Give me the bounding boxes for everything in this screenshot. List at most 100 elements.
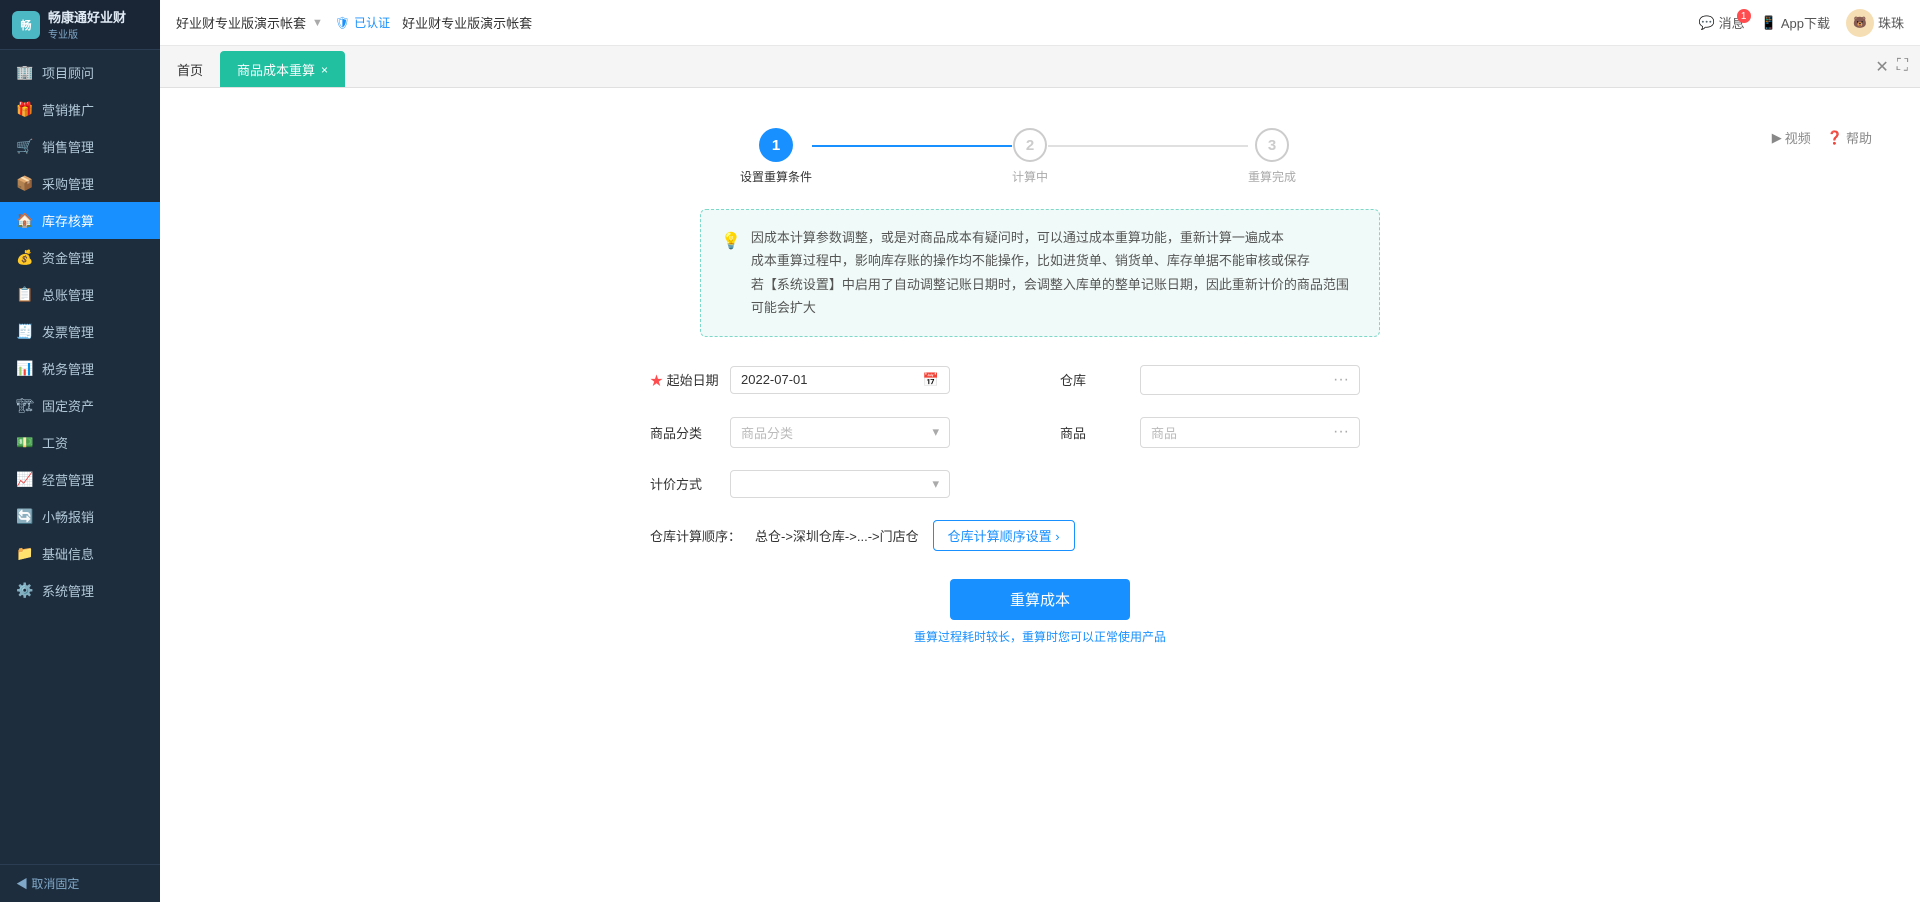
recalc-hint: 重算过程耗时较长，重算时您可以正常使用产品 bbox=[650, 628, 1430, 645]
form-row-3: 计价方式 ▾ bbox=[650, 470, 1430, 498]
price-method-select[interactable]: ▾ bbox=[730, 470, 950, 498]
price-method-arrow: ▾ bbox=[932, 476, 939, 492]
sidebar-item-purchase[interactable]: 📦 采购管理 bbox=[0, 165, 160, 202]
goods-input[interactable]: 商品 ··· bbox=[1140, 417, 1360, 448]
sidebar-item-basic[interactable]: 📁 基础信息 bbox=[0, 535, 160, 572]
warehouse-order-value: 总仓->深圳仓库->...->门店仓 bbox=[755, 526, 919, 545]
account-dropdown-arrow: ▼ bbox=[312, 17, 323, 29]
category-select[interactable]: 商品分类 ▾ bbox=[730, 417, 950, 448]
tab-home[interactable]: 首页 bbox=[160, 51, 220, 87]
sidebar-item-operations[interactable]: 📈 经营管理 bbox=[0, 461, 160, 498]
sales-icon: 🛒 bbox=[16, 138, 34, 155]
action-area: 重算成本 重算过程耗时较长，重算时您可以正常使用产品 bbox=[650, 579, 1430, 645]
verified-badge: 🛡 已认证 bbox=[335, 14, 390, 31]
account-selector[interactable]: 好业财专业版演示帐套 ▼ bbox=[176, 13, 323, 32]
content-inner: 1 设置重算条件 2 计算中 3 重算完成 bbox=[192, 112, 1888, 645]
sidebar-item-label: 固定资产 bbox=[42, 396, 94, 415]
help-link[interactable]: ❓ 帮助 bbox=[1827, 128, 1872, 147]
sidebar-item-invoice[interactable]: 🧾 发票管理 bbox=[0, 313, 160, 350]
recalc-button[interactable]: 重算成本 bbox=[950, 579, 1130, 620]
sidebar-item-label: 系统管理 bbox=[42, 581, 94, 600]
price-method-field: 计价方式 ▾ bbox=[650, 470, 1020, 498]
warehouse-order-label: 仓库计算顺序： bbox=[650, 526, 741, 545]
step-line-1 bbox=[812, 145, 1012, 147]
system-icon: ⚙️ bbox=[16, 582, 34, 599]
app-label: App下载 bbox=[1781, 13, 1830, 32]
sidebar-item-marketing[interactable]: 🎁 营销推广 bbox=[0, 91, 160, 128]
required-star: ★ bbox=[650, 373, 667, 388]
sidebar-item-label: 发票管理 bbox=[42, 322, 94, 341]
close-window-icon[interactable]: ✕ bbox=[1875, 57, 1888, 77]
expand-icon[interactable]: ⛶ bbox=[1897, 57, 1908, 77]
sidebar-subtitle: 专业版 bbox=[48, 26, 126, 41]
step-3-label: 重算完成 bbox=[1248, 168, 1296, 185]
sidebar-item-inventory[interactable]: 🏠 库存核算 bbox=[0, 202, 160, 239]
step-2-circle: 2 bbox=[1013, 128, 1047, 162]
tab-cost-recalc[interactable]: 商品成本重算 × bbox=[220, 51, 345, 87]
info-text: 因成本计算参数调整，或是对商品成本有疑问时，可以通过成本重算功能，重新计算一遍成… bbox=[751, 226, 1359, 320]
sidebar-item-label: 小畅报销 bbox=[42, 507, 94, 526]
unpin-label: ◀ 取消固定 bbox=[16, 875, 79, 892]
content-area: 1 设置重算条件 2 计算中 3 重算完成 bbox=[160, 88, 1920, 902]
salary-icon: 💵 bbox=[16, 434, 34, 451]
sidebar: 畅 畅康通好业财 专业版 🏢 项目顾问 🎁 营销推广 🛒 销售管理 📦 采购管理… bbox=[0, 0, 160, 902]
video-link[interactable]: ▶ 视频 bbox=[1772, 128, 1811, 147]
sidebar-item-system[interactable]: ⚙️ 系统管理 bbox=[0, 572, 160, 609]
sidebar-item-expense[interactable]: 🔄 小畅报销 bbox=[0, 498, 160, 535]
goods-dots: ··· bbox=[1333, 423, 1349, 441]
purchase-icon: 📦 bbox=[16, 175, 34, 192]
sidebar-item-project[interactable]: 🏢 项目顾问 bbox=[0, 54, 160, 91]
sidebar-nav: 🏢 项目顾问 🎁 营销推广 🛒 销售管理 📦 采购管理 🏠 库存核算 💰 资金管… bbox=[0, 50, 160, 864]
verified-text: 已认证 bbox=[354, 14, 390, 31]
main-area: 好业财专业版演示帐套 ▼ 🛡 已认证 好业财专业版演示帐套 💬 消息 1 📱 A… bbox=[160, 0, 1920, 902]
basic-icon: 📁 bbox=[16, 545, 34, 562]
account-name: 好业财专业版演示帐套 bbox=[176, 13, 306, 32]
step-line-2 bbox=[1048, 145, 1248, 147]
project-icon: 🏢 bbox=[16, 64, 34, 81]
app-download-action[interactable]: 📱 App下载 bbox=[1761, 13, 1830, 32]
step-1: 1 设置重算条件 bbox=[740, 128, 812, 185]
avatar-image: 🐻 bbox=[1846, 9, 1874, 37]
goods-label: 商品 bbox=[1060, 423, 1130, 442]
user-avatar[interactable]: 🐻 珠珠 bbox=[1846, 9, 1904, 37]
category-field: 商品分类 商品分类 ▾ bbox=[650, 417, 1020, 448]
sidebar-item-label: 经营管理 bbox=[42, 470, 94, 489]
finance-icon: 💰 bbox=[16, 249, 34, 266]
sidebar-item-assets[interactable]: 🏗 固定资产 bbox=[0, 387, 160, 424]
category-arrow: ▾ bbox=[932, 424, 939, 440]
sidebar-item-salary[interactable]: 💵 工资 bbox=[0, 424, 160, 461]
sidebar-item-label: 采购管理 bbox=[42, 174, 94, 193]
calendar-icon: 📅 bbox=[923, 372, 939, 388]
sidebar-item-label: 工资 bbox=[42, 433, 68, 452]
step-1-label: 设置重算条件 bbox=[740, 168, 812, 185]
warehouse-input[interactable]: ··· bbox=[1140, 365, 1360, 395]
topbar-actions: 💬 消息 1 📱 App下载 🐻 珠珠 bbox=[1698, 9, 1904, 37]
warehouse-order-settings-button[interactable]: 仓库计算顺序设置 › bbox=[933, 520, 1075, 551]
goods-field: 商品 商品 ··· bbox=[1060, 417, 1430, 448]
sidebar-item-label: 税务管理 bbox=[42, 359, 94, 378]
goods-placeholder: 商品 bbox=[1151, 423, 1177, 442]
sidebar-item-label: 总账管理 bbox=[42, 285, 94, 304]
start-date-value: 2022-07-01 bbox=[741, 372, 808, 387]
video-help-area: ▶ 视频 ❓ 帮助 bbox=[1772, 128, 1872, 147]
topbar: 好业财专业版演示帐套 ▼ 🛡 已认证 好业财专业版演示帐套 💬 消息 1 📱 A… bbox=[160, 0, 1920, 46]
message-icon: 💬 bbox=[1698, 15, 1714, 31]
verified-account-label: 好业财专业版演示帐套 bbox=[402, 13, 532, 32]
form-area: ★ 起始日期 2022-07-01 📅 仓库 ··· bbox=[650, 365, 1430, 645]
info-box: 💡 因成本计算参数调整，或是对商品成本有疑问时，可以通过成本重算功能，重新计算一… bbox=[700, 209, 1380, 337]
start-date-input[interactable]: 2022-07-01 📅 bbox=[730, 366, 950, 394]
sidebar-item-finance[interactable]: 💰 资金管理 bbox=[0, 239, 160, 276]
sidebar-item-accounting[interactable]: 📋 总账管理 bbox=[0, 276, 160, 313]
step-3: 3 重算完成 bbox=[1248, 128, 1296, 185]
info-icon: 💡 bbox=[721, 228, 741, 320]
message-action[interactable]: 💬 消息 1 bbox=[1698, 13, 1744, 32]
price-method-label: 计价方式 bbox=[650, 474, 720, 493]
start-date-field: ★ 起始日期 2022-07-01 📅 bbox=[650, 366, 1020, 394]
sidebar-item-sales[interactable]: 🛒 销售管理 bbox=[0, 128, 160, 165]
sidebar-item-tax[interactable]: 📊 税务管理 bbox=[0, 350, 160, 387]
sidebar-footer[interactable]: ◀ 取消固定 bbox=[0, 864, 160, 902]
warehouse-field: 仓库 ··· bbox=[1060, 365, 1430, 395]
operations-icon: 📈 bbox=[16, 471, 34, 488]
tab-close-icon[interactable]: × bbox=[321, 63, 328, 77]
tabbar: 首页 商品成本重算 × ✕ ⛶ bbox=[160, 46, 1920, 88]
